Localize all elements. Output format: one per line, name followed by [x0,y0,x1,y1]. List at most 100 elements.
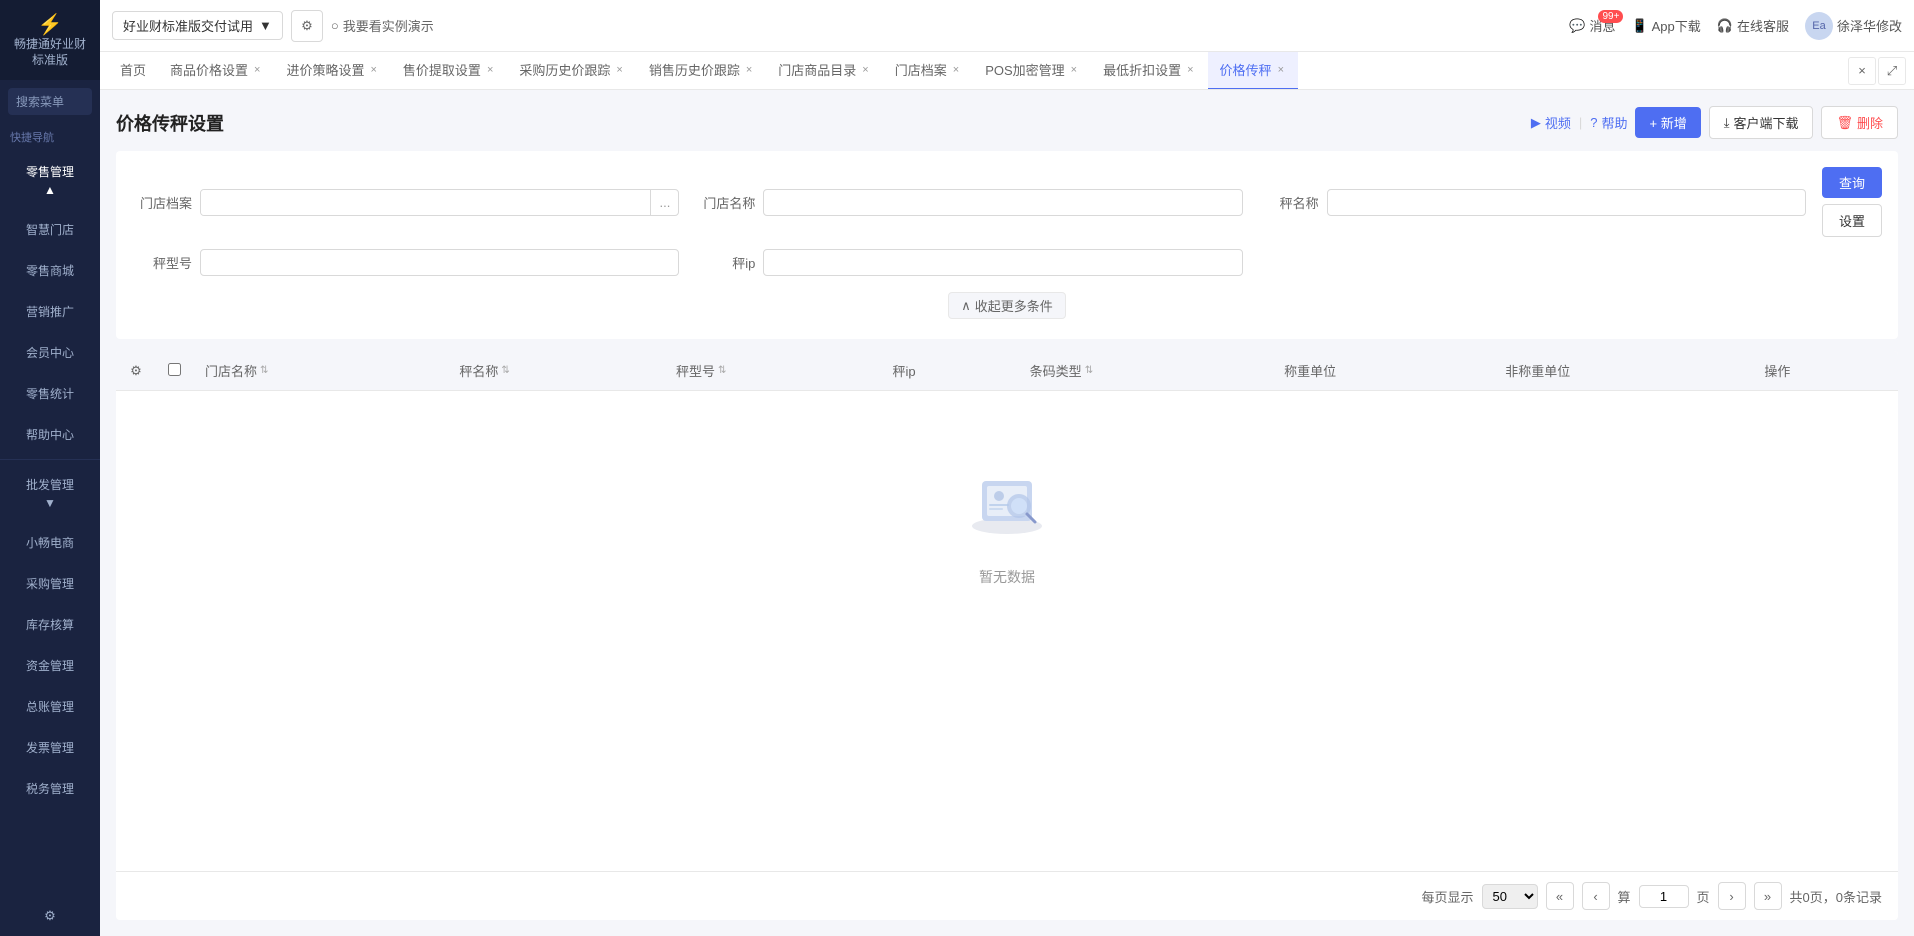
next-page-button[interactable]: › [1718,882,1746,910]
last-page-icon: » [1764,889,1771,904]
th-store-name-label: 门店名称 [205,361,257,380]
tab-pos-encrypt[interactable]: POS加密管理 × [973,52,1091,90]
sidebar-item-label: 零售管理 [26,163,74,180]
tab-close-icon[interactable]: × [951,64,961,76]
tab-min-discount[interactable]: 最低折扣设置 × [1091,52,1207,90]
th-weight-unit: 称重单位 [1272,351,1493,391]
tab-close-icon[interactable]: × [614,64,624,76]
filter-store-archive-input-wrapper: ... [200,189,679,216]
store-archive-dots-button[interactable]: ... [650,190,678,215]
total-info: 共0页，0条记录 [1790,887,1882,906]
page-size-select[interactable]: 50 10 20 100 [1482,884,1538,909]
collapse-button[interactable]: ∧ 收起更多条件 [948,292,1066,319]
search-menu-button[interactable]: 搜索菜单 [8,88,92,115]
set-button[interactable]: 设置 [1822,204,1882,237]
select-all-checkbox[interactable] [168,363,181,376]
store-archive-input[interactable] [201,190,650,215]
tab-store-catalog[interactable]: 门店商品目录 × [766,52,882,90]
sidebar-item-smart-store[interactable]: 智慧门店 [0,209,100,250]
tab-label: 最低折扣设置 [1103,60,1181,79]
sidebar-item-member[interactable]: 会员中心 [0,332,100,373]
user-menu[interactable]: Ea 徐泽华修改 [1805,12,1902,40]
store-name-input[interactable] [763,189,1242,216]
app-download-button[interactable]: 📱 App下载 [1631,16,1700,35]
last-page-button[interactable]: » [1754,882,1782,910]
first-page-icon: « [1556,889,1563,904]
tab-purchase-strategy[interactable]: 进价策略设置 × [274,52,390,90]
download-icon: ⤓ [1724,115,1730,131]
tab-sale-history[interactable]: 销售历史价跟踪 × [637,52,766,90]
scale-ip-input[interactable] [763,249,1242,276]
sidebar-item-finance[interactable]: 资金管理 [0,645,100,686]
tab-label: 价格传秤 [1220,60,1272,79]
quick-nav-label: 快捷导航 [0,123,100,151]
query-button[interactable]: 查询 [1822,167,1882,198]
settings-icon[interactable]: ⚙ [0,896,100,936]
th-scale-model-sortable[interactable]: 秤型号 ⇅ [676,361,869,380]
sidebar-item-ecommerce[interactable]: 小畅电商 [0,522,100,563]
th-non-weight-unit-label: 非称重单位 [1505,364,1570,379]
close-tab-button[interactable]: × [1848,57,1876,85]
version-selector[interactable]: 好业财标准版交付试用 ▼ [112,11,283,40]
download-button[interactable]: ⤓ 客户端下载 [1709,106,1814,139]
help-link[interactable]: ? 帮助 [1590,113,1627,132]
tab-sale-extract[interactable]: 售价提取设置 × [391,52,507,90]
th-scale-name-sortable[interactable]: 秤名称 ⇅ [459,361,652,380]
settings-gear-button[interactable]: ⚙ [291,10,323,42]
sidebar-item-inventory[interactable]: 库存核算 [0,604,100,645]
th-scale-ip-label: 秤ip [893,364,916,379]
filter-scale-model: 秤型号 [132,249,679,276]
sidebar-item-invoice[interactable]: 发票管理 [0,727,100,768]
online-service-button[interactable]: 🎧 在线客服 [1717,16,1789,35]
sidebar-item-help[interactable]: 帮助中心 [0,414,100,455]
add-button[interactable]: + 新增 [1635,107,1700,138]
sidebar-item-label: 税务管理 [26,780,74,797]
tab-price-setting[interactable]: 商品价格设置 × [158,52,274,90]
scale-name-input[interactable] [1327,189,1806,216]
tab-close-icon[interactable]: × [860,64,870,76]
sidebar-item-marketing[interactable]: 营销推广 [0,291,100,332]
filter-card: 门店档案 ... 门店名称 秤名称 查询 设置 [116,151,1898,339]
prev-page-button[interactable]: ‹ [1582,882,1610,910]
column-gear-icon[interactable]: ⚙ [130,363,142,378]
prev-page-icon: ‹ [1593,889,1597,904]
tab-close-icon[interactable]: × [1185,64,1195,76]
sidebar-item-tax[interactable]: 税务管理 [0,768,100,809]
th-store-name-sortable[interactable]: 门店名称 ⇅ [205,361,435,380]
tab-label: POS加密管理 [985,60,1064,79]
maximize-tab-button[interactable]: ⤢ [1878,57,1906,85]
message-button[interactable]: 💬 消息 99+ [1569,16,1615,35]
delete-button[interactable]: 🗑 删除 [1821,106,1898,139]
logo-text: 畅捷通好业财标准版 [14,37,86,68]
tab-purchase-history[interactable]: 采购历史价跟踪 × [507,52,636,90]
tab-store-archive[interactable]: 门店档案 × [883,52,973,90]
scale-model-input[interactable] [200,249,679,276]
sidebar-item-retail-mall[interactable]: 零售商城 [0,250,100,291]
tab-close-icon[interactable]: × [744,64,754,76]
tab-close-icon[interactable]: × [1069,64,1079,76]
sidebar-item-ledger[interactable]: 总账管理 [0,686,100,727]
tab-price-scale[interactable]: 价格传秤 × [1208,52,1298,90]
sidebar-item-retail-mgmt[interactable]: 零售管理 ▲ [0,151,100,209]
sidebar-item-retail-stats[interactable]: 零售统计 [0,373,100,414]
demo-link[interactable]: ○ 我要看实例演示 [331,16,434,35]
first-page-button[interactable]: « [1546,882,1574,910]
tab-close-icon[interactable]: × [252,64,262,76]
th-barcode-type-sortable[interactable]: 条码类型 ⇅ [1030,361,1260,380]
table-card: ⚙ 门店名称 ⇅ [116,351,1898,920]
chevron-down-icon: ▼ [259,18,272,33]
page-title: 价格传秤设置 [116,110,224,136]
th-gear: ⚙ [116,351,156,391]
video-link[interactable]: ▶ 视频 [1531,113,1571,132]
sidebar-item-wholesale[interactable]: 批发管理 ▼ [0,464,100,522]
filter-row-1: 门店档案 ... 门店名称 秤名称 查询 设置 [132,167,1882,237]
th-scale-ip: 秤ip [881,351,1018,391]
tab-close-icon[interactable]: × [485,64,495,76]
sidebar-item-purchase[interactable]: 采购管理 [0,563,100,604]
online-service-label: 在线客服 [1737,16,1789,35]
tab-home[interactable]: 首页 [108,52,158,90]
sort-icon: ⇅ [260,365,268,376]
tab-close-icon[interactable]: × [368,64,378,76]
tab-close-icon[interactable]: × [1276,64,1286,76]
page-number-input[interactable] [1639,885,1689,908]
